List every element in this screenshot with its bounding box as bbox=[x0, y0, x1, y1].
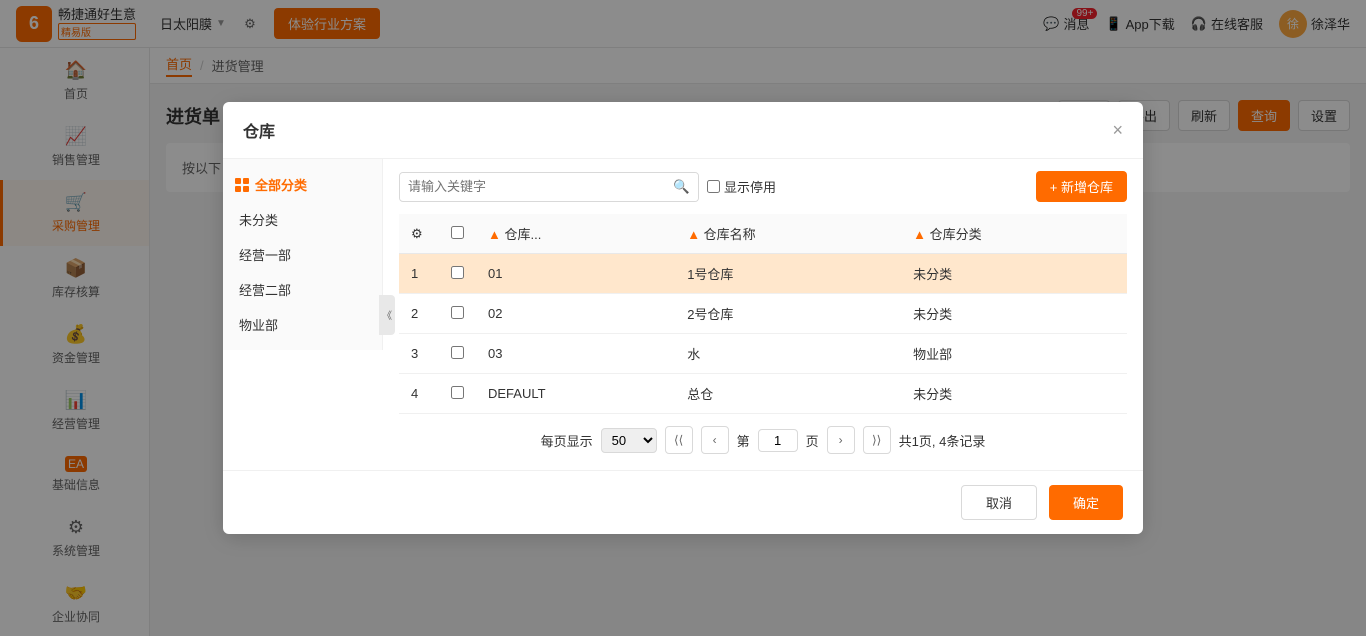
category-item-operations2[interactable]: 经营二部 bbox=[223, 272, 382, 307]
code-col-header: ▲ 仓库... bbox=[476, 214, 675, 254]
modal-toolbar: 🔍 显示停用 + 新增仓库 bbox=[399, 171, 1127, 202]
row-index: 4 bbox=[399, 374, 439, 414]
row-checkbox[interactable] bbox=[439, 294, 476, 334]
checkbox-col-header bbox=[439, 214, 476, 254]
table-row[interactable]: 1 01 1号仓库 未分类 bbox=[399, 254, 1127, 294]
modal-overlay: 仓库 × 全部分类 未分类 经营一部 经营二部 物业部 bbox=[0, 0, 1366, 636]
page-label: 第 bbox=[737, 431, 750, 450]
row-name: 水 bbox=[675, 334, 901, 374]
row-name: 总仓 bbox=[675, 374, 901, 414]
row-checkbox[interactable] bbox=[439, 254, 476, 294]
page-suffix-label: 页 bbox=[806, 431, 819, 450]
row-checkbox-input[interactable] bbox=[451, 346, 464, 359]
page-size-label: 每页显示 bbox=[541, 431, 593, 450]
row-code: 01 bbox=[476, 254, 675, 294]
row-category: 未分类 bbox=[901, 294, 1127, 334]
sidebar-collapse-button[interactable]: 《 bbox=[379, 295, 395, 335]
row-code: DEFAULT bbox=[476, 374, 675, 414]
row-name: 2号仓库 bbox=[675, 294, 901, 334]
row-checkbox-input[interactable] bbox=[451, 266, 464, 279]
row-category: 未分类 bbox=[901, 374, 1127, 414]
table-row[interactable]: 3 03 水 物业部 bbox=[399, 334, 1127, 374]
table-row[interactable]: 2 02 2号仓库 未分类 bbox=[399, 294, 1127, 334]
category-item-unclassified[interactable]: 未分类 bbox=[223, 202, 382, 237]
row-category: 物业部 bbox=[901, 334, 1127, 374]
category-item-operations1[interactable]: 经营一部 bbox=[223, 237, 382, 272]
row-settings[interactable]: 1 bbox=[399, 254, 439, 294]
row-index: 2 bbox=[399, 294, 439, 334]
search-button[interactable]: 🔍 bbox=[665, 173, 698, 201]
collapse-icon: 《 bbox=[382, 307, 392, 322]
modal-close-button[interactable]: × bbox=[1112, 121, 1123, 139]
row-category: 未分类 bbox=[901, 254, 1127, 294]
search-box: 🔍 bbox=[399, 172, 699, 202]
category-sidebar-wrapper: 全部分类 未分类 经营一部 经营二部 物业部 《 bbox=[223, 159, 383, 470]
modal-body: 全部分类 未分类 经营一部 经营二部 物业部 《 🔍 bbox=[223, 159, 1143, 470]
modal-footer: 取消 确定 bbox=[223, 470, 1143, 534]
show-disabled-checkbox[interactable]: 显示停用 bbox=[707, 177, 776, 196]
row-checkbox[interactable] bbox=[439, 374, 476, 414]
disabled-checkbox-input[interactable] bbox=[707, 180, 720, 193]
name-col-header: ▲ 仓库名称 bbox=[675, 214, 901, 254]
pagination: 每页显示 50 100 ⟨⟨ ‹ 第 页 › ⟩⟩ 共1页, 4条记录 bbox=[399, 414, 1127, 458]
warehouse-table: ⚙ ▲ 仓库... ▲ 仓库名称 bbox=[399, 214, 1127, 414]
row-code: 03 bbox=[476, 334, 675, 374]
table-header: ⚙ ▲ 仓库... ▲ 仓库名称 bbox=[399, 214, 1127, 254]
settings-col-header: ⚙ bbox=[399, 214, 439, 254]
confirm-button[interactable]: 确定 bbox=[1049, 485, 1123, 520]
first-page-button[interactable]: ⟨⟨ bbox=[665, 426, 693, 454]
page-size-select[interactable]: 50 100 bbox=[601, 428, 657, 453]
search-input[interactable] bbox=[400, 173, 665, 200]
select-all-checkbox[interactable] bbox=[451, 226, 464, 239]
category-sidebar: 全部分类 未分类 经营一部 经营二部 物业部 bbox=[223, 159, 383, 350]
warehouse-modal: 仓库 × 全部分类 未分类 经营一部 经营二部 物业部 bbox=[223, 102, 1143, 534]
category-item-property[interactable]: 物业部 bbox=[223, 307, 382, 342]
row-index: 3 bbox=[399, 334, 439, 374]
total-info: 共1页, 4条记录 bbox=[899, 431, 986, 450]
row-name: 1号仓库 bbox=[675, 254, 901, 294]
add-warehouse-button[interactable]: + 新增仓库 bbox=[1036, 171, 1127, 202]
table-body: 1 01 1号仓库 未分类 2 02 2号仓库 bbox=[399, 254, 1127, 414]
cancel-button[interactable]: 取消 bbox=[961, 485, 1037, 520]
row-checkbox[interactable] bbox=[439, 334, 476, 374]
table-wrapper: ⚙ ▲ 仓库... ▲ 仓库名称 bbox=[399, 214, 1127, 414]
grid-icon bbox=[235, 178, 249, 192]
category-col-header: ▲ 仓库分类 bbox=[901, 214, 1127, 254]
last-page-button[interactable]: ⟩⟩ bbox=[863, 426, 891, 454]
row-checkbox-input[interactable] bbox=[451, 306, 464, 319]
row-code: 02 bbox=[476, 294, 675, 334]
table-row[interactable]: 4 DEFAULT 总仓 未分类 bbox=[399, 374, 1127, 414]
modal-title: 仓库 bbox=[243, 118, 275, 142]
page-number-input[interactable] bbox=[758, 429, 798, 452]
all-categories-header[interactable]: 全部分类 bbox=[223, 167, 382, 202]
prev-page-button[interactable]: ‹ bbox=[701, 426, 729, 454]
modal-header: 仓库 × bbox=[223, 102, 1143, 159]
row-checkbox-input[interactable] bbox=[451, 386, 464, 399]
next-page-button[interactable]: › bbox=[827, 426, 855, 454]
modal-main: 🔍 显示停用 + 新增仓库 ⚙ bbox=[383, 159, 1143, 470]
